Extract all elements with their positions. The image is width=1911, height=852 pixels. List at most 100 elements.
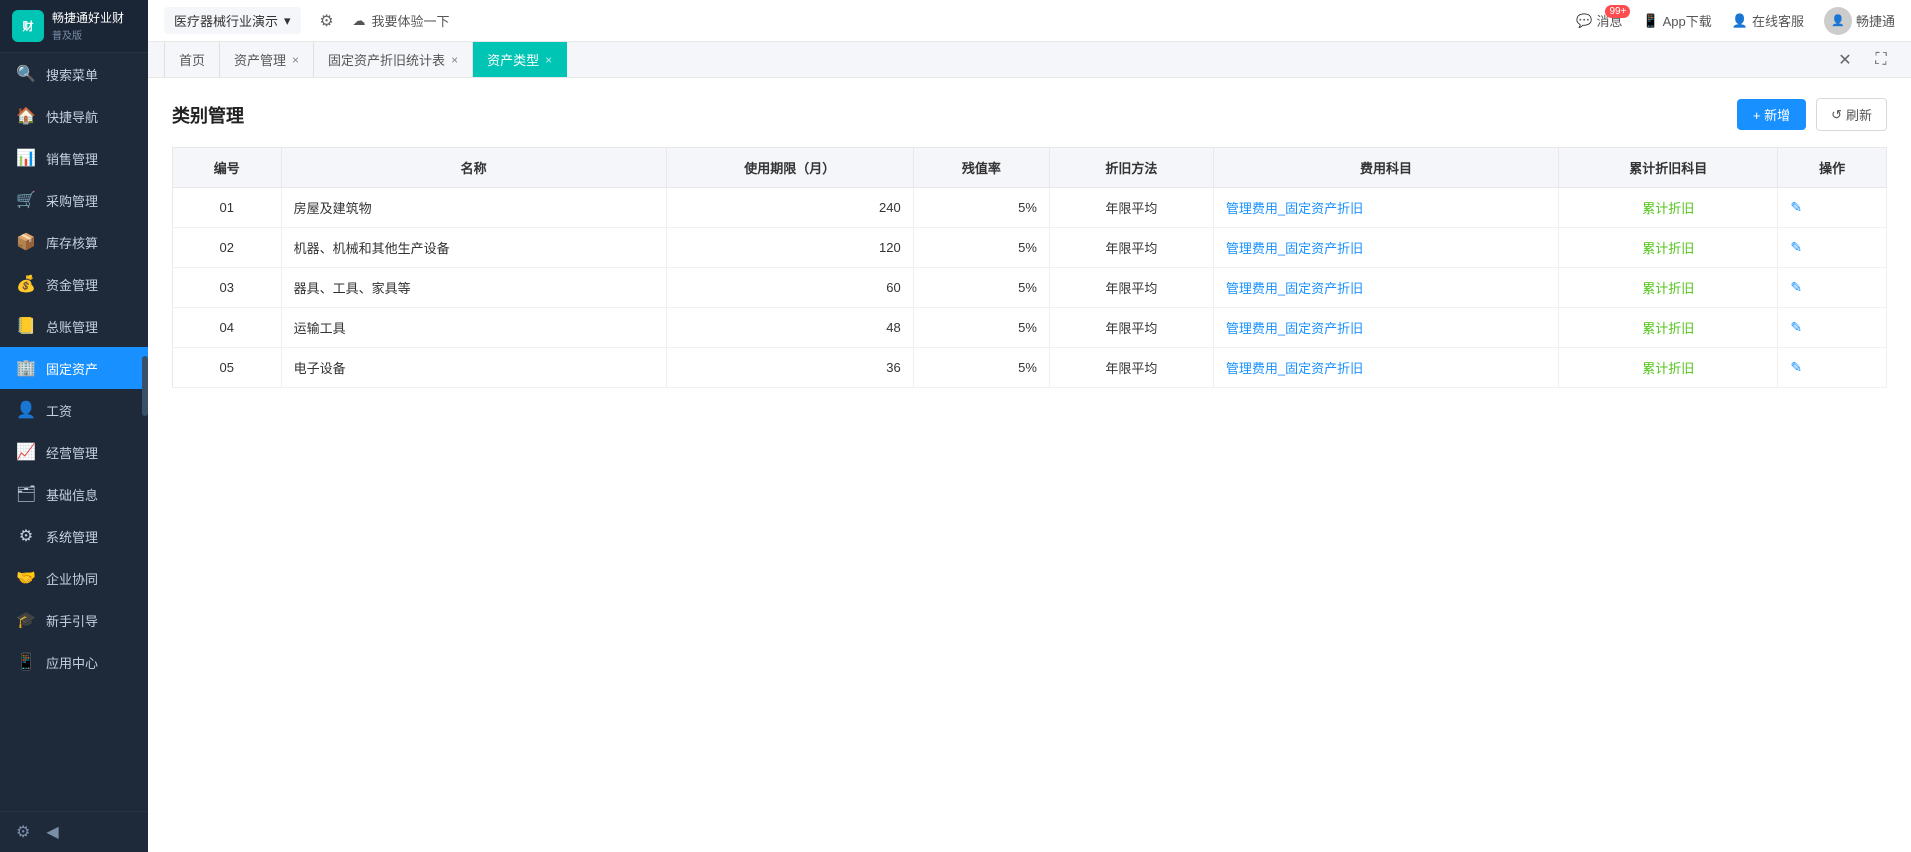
col-header-months: 使用期限（月） xyxy=(666,148,913,188)
sidebar-item-inventory[interactable]: 📦库存核算 xyxy=(0,221,148,263)
maximize-btn[interactable]: ⛶ xyxy=(1867,46,1895,74)
tab-assetmgmt[interactable]: 资产管理 × xyxy=(220,42,314,77)
main-content: 医疗器械行业演示 ▾ ⚙ ☁ 我要体验一下 💬 消息 99+ 📱 App下载 👤… xyxy=(148,0,1911,852)
sidebar-item-fixedasset[interactable]: 🏢 固定资产 xyxy=(0,347,148,389)
sidebar-item-baseinfo[interactable]: 🗂基础信息 xyxy=(0,473,148,515)
cell-6-4: 累计折旧 xyxy=(1559,348,1778,388)
sidebar: 财 畅捷通好业财 普及版 🔍搜索菜单🏠快捷导航📊销售管理🛒采购管理📦库存核算💰资… xyxy=(0,0,148,852)
tab-depreciationstat[interactable]: 固定资产折旧统计表× xyxy=(314,42,473,77)
mobile-icon: 📱 xyxy=(1642,13,1658,29)
cell-1-0: 房屋及建筑物 xyxy=(281,188,666,228)
sales-icon: 📊 xyxy=(16,148,36,168)
table-row: 03器具、工具、家具等605%年限平均管理费用_固定资产折旧累计折旧✎ xyxy=(173,268,1887,308)
sidebar-item-sysadmin[interactable]: ⚙ 系统管理 xyxy=(0,515,148,557)
sidebar-item-operations[interactable]: 📈经营管理 xyxy=(0,431,148,473)
tab-close-assettype[interactable]: × xyxy=(545,53,552,67)
sidebar-item-payroll[interactable]: 👤工资 xyxy=(0,389,148,431)
page-content: 类别管理 + 新增 ↺ 刷新 编号名称使用期限（月）残值率折旧方法费用科目累计折… xyxy=(148,78,1911,852)
fixedasset-icon: 🏢 xyxy=(16,358,36,378)
sidebar-item-label: 系统管理 xyxy=(46,527,98,546)
sidebar-item-quicknav[interactable]: 🏠快捷导航 xyxy=(0,95,148,137)
edit-btn-3[interactable]: ✎ xyxy=(1778,308,1887,348)
user-btn[interactable]: 👤 畅捷通 xyxy=(1824,7,1895,35)
purchase-icon: 🛒 xyxy=(16,190,36,210)
refresh-button[interactable]: ↺ 刷新 xyxy=(1816,98,1887,131)
sidebar-item-search[interactable]: 🔍搜索菜单 xyxy=(0,53,148,95)
app-download-label: App下载 xyxy=(1663,11,1712,30)
sidebar-item-label: 固定资产 xyxy=(46,359,98,378)
edit-icon-3[interactable]: ✎ xyxy=(1790,319,1802,335)
edit-icon-0[interactable]: ✎ xyxy=(1790,199,1802,215)
username-label: 畅捷通 xyxy=(1856,11,1895,30)
cell-2-0: 240 xyxy=(666,188,913,228)
add-button[interactable]: + 新增 xyxy=(1737,99,1806,130)
sysadmin-icon: ⚙ xyxy=(16,526,36,546)
cell-2-3: 48 xyxy=(666,308,913,348)
sidebar-item-appcenter[interactable]: 📱应用中心 xyxy=(0,641,148,683)
sidebar-item-label: 采购管理 xyxy=(46,191,98,210)
edit-icon-4[interactable]: ✎ xyxy=(1790,359,1802,375)
tab-assettype[interactable]: 资产类型× xyxy=(473,42,567,77)
edit-btn-0[interactable]: ✎ xyxy=(1778,188,1887,228)
cell-3-2: 5% xyxy=(913,268,1049,308)
refresh-icon: ↺ xyxy=(1831,107,1842,123)
sidebar-scrollbar[interactable] xyxy=(142,356,148,416)
table-body: 01房屋及建筑物2405%年限平均管理费用_固定资产折旧累计折旧✎02机器、机械… xyxy=(173,188,1887,388)
trial-label: 我要体验一下 xyxy=(372,11,450,30)
logo-text: 畅捷通好业财 xyxy=(52,10,124,27)
cell-2-1: 120 xyxy=(666,228,913,268)
cell-4-2: 年限平均 xyxy=(1049,268,1213,308)
tab-label: 资产管理 xyxy=(234,50,286,69)
cell-3-4: 5% xyxy=(913,348,1049,388)
cell-1-1: 机器、机械和其他生产设备 xyxy=(281,228,666,268)
app-download-btn[interactable]: 📱 App下载 xyxy=(1642,11,1711,30)
col-header-residual: 残值率 xyxy=(913,148,1049,188)
customer-service-label: 在线客服 xyxy=(1752,11,1804,30)
sidebar-item-cooperation[interactable]: 🤝企业协同 xyxy=(0,557,148,599)
industry-selector[interactable]: 医疗器械行业演示 ▾ xyxy=(164,7,301,34)
sidebar-footer: ⚙ ◀ xyxy=(0,811,148,852)
sidebar-item-label: 库存核算 xyxy=(46,233,98,252)
cell-5-0: 管理费用_固定资产折旧 xyxy=(1213,188,1558,228)
settings-footer-icon[interactable]: ⚙ xyxy=(16,822,30,842)
tab-close-depreciationstat[interactable]: × xyxy=(451,53,458,67)
notifications-btn[interactable]: 💬 消息 99+ xyxy=(1576,11,1622,30)
close-tab-btn[interactable]: ✕ xyxy=(1831,46,1859,74)
page-header: 类别管理 + 新增 ↺ 刷新 xyxy=(172,98,1887,131)
edit-btn-1[interactable]: ✎ xyxy=(1778,228,1887,268)
sidebar-item-ledger[interactable]: 📒总账管理 xyxy=(0,305,148,347)
tab-label: 首页 xyxy=(179,50,205,69)
page-title: 类别管理 xyxy=(172,102,244,128)
table-row: 01房屋及建筑物2405%年限平均管理费用_固定资产折旧累计折旧✎ xyxy=(173,188,1887,228)
cell-4-1: 年限平均 xyxy=(1049,228,1213,268)
trial-button[interactable]: ☁ 我要体验一下 xyxy=(353,11,450,30)
edit-icon-2[interactable]: ✎ xyxy=(1790,279,1802,295)
cell-0-1: 02 xyxy=(173,228,282,268)
cell-4-0: 年限平均 xyxy=(1049,188,1213,228)
cell-0-4: 05 xyxy=(173,348,282,388)
tab-home[interactable]: 首页 xyxy=(164,42,220,77)
table-row: 04运输工具485%年限平均管理费用_固定资产折旧累计折旧✎ xyxy=(173,308,1887,348)
sidebar-item-purchase[interactable]: 🛒 采购管理 xyxy=(0,179,148,221)
asset-type-table: 编号名称使用期限（月）残值率折旧方法费用科目累计折旧科目操作 01房屋及建筑物2… xyxy=(172,147,1887,388)
sidebar-item-capital[interactable]: 💰资金管理 xyxy=(0,263,148,305)
headset-icon: 👤 xyxy=(1732,13,1748,29)
logo-sub: 普及版 xyxy=(52,27,124,42)
edit-btn-2[interactable]: ✎ xyxy=(1778,268,1887,308)
col-header-accum: 累计折旧科目 xyxy=(1559,148,1778,188)
tab-close-assetmgmt[interactable]: × xyxy=(292,53,299,67)
collapse-icon[interactable]: ◀ xyxy=(46,822,58,842)
cell-4-3: 年限平均 xyxy=(1049,308,1213,348)
payroll-icon: 👤 xyxy=(16,400,36,420)
sidebar-item-sales[interactable]: 📊销售管理 xyxy=(0,137,148,179)
industry-label: 医疗器械行业演示 xyxy=(174,11,278,30)
sidebar-item-label: 应用中心 xyxy=(46,653,98,672)
baseinfo-icon: 🗂 xyxy=(16,484,36,504)
edit-icon-1[interactable]: ✎ xyxy=(1790,239,1802,255)
sidebar-item-guide[interactable]: 🎓新手引导 xyxy=(0,599,148,641)
edit-btn-4[interactable]: ✎ xyxy=(1778,348,1887,388)
customer-service-btn[interactable]: 👤 在线客服 xyxy=(1732,11,1804,30)
topbar-settings-btn[interactable]: ⚙ xyxy=(313,7,341,35)
tabbar-actions: ✕ ⛶ xyxy=(1831,46,1895,74)
cell-3-3: 5% xyxy=(913,308,1049,348)
